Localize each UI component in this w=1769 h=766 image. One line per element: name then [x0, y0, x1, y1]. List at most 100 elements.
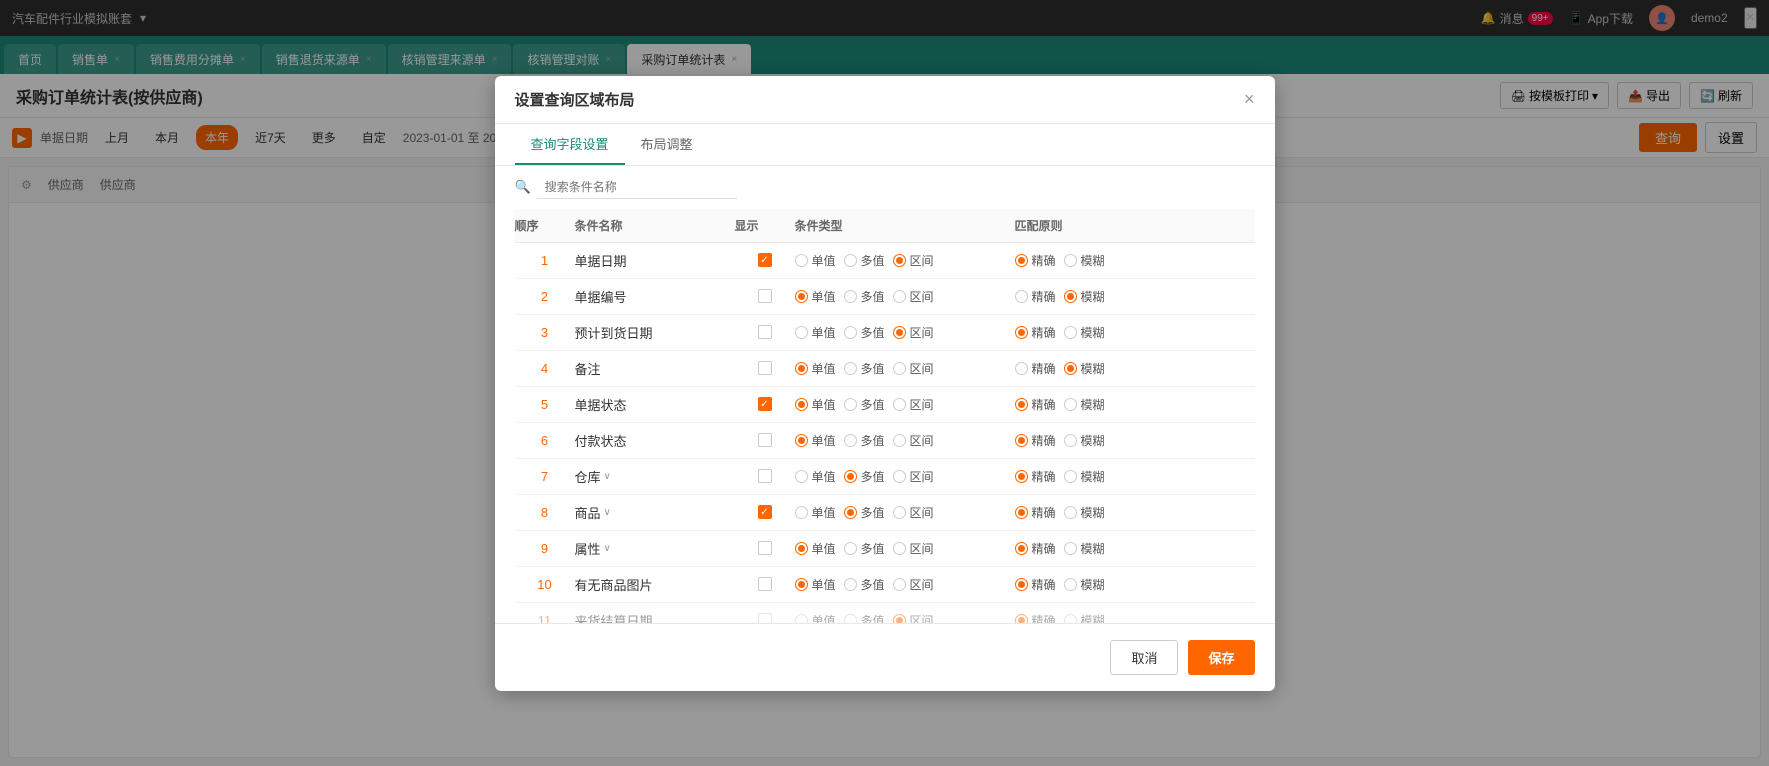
radio-range-5[interactable] [893, 398, 906, 411]
row-7-type-single[interactable]: 单值 [795, 468, 836, 485]
radio-exact-3[interactable] [1015, 326, 1028, 339]
row-3-display-checkbox[interactable] [758, 325, 772, 339]
row-3-type-multi[interactable]: 多值 [844, 324, 885, 341]
row-9-type-single[interactable]: 单值 [795, 540, 836, 557]
tab-layout[interactable]: 布局调整 [625, 124, 709, 165]
radio-range-4[interactable] [893, 362, 906, 375]
row-10-type-single[interactable]: 单值 [795, 576, 836, 593]
row-6-match-exact[interactable]: 精确 [1015, 432, 1056, 449]
radio-range-11[interactable] [893, 614, 906, 623]
row-3-match-exact[interactable]: 精确 [1015, 324, 1056, 341]
radio-range-1[interactable] [893, 254, 906, 267]
row-6-type-single[interactable]: 单值 [795, 432, 836, 449]
row-9-display-checkbox[interactable] [758, 541, 772, 555]
radio-range-9[interactable] [893, 542, 906, 555]
row-1-type-single[interactable]: 单值 [795, 252, 836, 269]
radio-range-3[interactable] [893, 326, 906, 339]
radio-fuzzy-1[interactable] [1064, 254, 1077, 267]
row-7-display-checkbox[interactable] [758, 469, 772, 483]
tab-query-fields[interactable]: 查询字段设置 [515, 124, 625, 165]
row-5-match-exact[interactable]: 精确 [1015, 396, 1056, 413]
row-9-match-fuzzy[interactable]: 模糊 [1064, 540, 1105, 557]
row-5-type-range[interactable]: 区间 [893, 396, 934, 413]
radio-single-7[interactable] [795, 470, 808, 483]
row-2-type-multi[interactable]: 多值 [844, 288, 885, 305]
row-2-type-single[interactable]: 单值 [795, 288, 836, 305]
row-8-type-range[interactable]: 区间 [893, 504, 934, 521]
radio-exact-10[interactable] [1015, 578, 1028, 591]
radio-single-8[interactable] [795, 506, 808, 519]
row-10-type-multi[interactable]: 多值 [844, 576, 885, 593]
row-8-match-exact[interactable]: 精确 [1015, 504, 1056, 521]
radio-range-6[interactable] [893, 434, 906, 447]
radio-multi-8[interactable] [844, 506, 857, 519]
radio-exact-7[interactable] [1015, 470, 1028, 483]
radio-multi-5[interactable] [844, 398, 857, 411]
radio-multi-7[interactable] [844, 470, 857, 483]
row-2-display-checkbox[interactable] [758, 289, 772, 303]
radio-exact-9[interactable] [1015, 542, 1028, 555]
row-5-type-single[interactable]: 单值 [795, 396, 836, 413]
row-7-type-range[interactable]: 区间 [893, 468, 934, 485]
radio-exact-4[interactable] [1015, 362, 1028, 375]
row-2-match-exact[interactable]: 精确 [1015, 288, 1056, 305]
radio-fuzzy-11[interactable] [1064, 614, 1077, 623]
radio-exact-11[interactable] [1015, 614, 1028, 623]
row-10-display-checkbox[interactable] [758, 577, 772, 591]
radio-range-2[interactable] [893, 290, 906, 303]
radio-exact-2[interactable] [1015, 290, 1028, 303]
row-6-match-fuzzy[interactable]: 模糊 [1064, 432, 1105, 449]
radio-fuzzy-6[interactable] [1064, 434, 1077, 447]
radio-single-2[interactable] [795, 290, 808, 303]
radio-range-8[interactable] [893, 506, 906, 519]
radio-exact-6[interactable] [1015, 434, 1028, 447]
radio-multi-6[interactable] [844, 434, 857, 447]
radio-single-3[interactable] [795, 326, 808, 339]
radio-multi-11[interactable] [844, 614, 857, 623]
row-1-type-multi[interactable]: 多值 [844, 252, 885, 269]
row-4-match-exact[interactable]: 精确 [1015, 360, 1056, 377]
radio-multi-2[interactable] [844, 290, 857, 303]
row-5-match-fuzzy[interactable]: 模糊 [1064, 396, 1105, 413]
row-8-match-fuzzy[interactable]: 模糊 [1064, 504, 1105, 521]
radio-fuzzy-7[interactable] [1064, 470, 1077, 483]
row-10-match-exact[interactable]: 精确 [1015, 576, 1056, 593]
radio-fuzzy-8[interactable] [1064, 506, 1077, 519]
radio-range-10[interactable] [893, 578, 906, 591]
row-2-match-fuzzy[interactable]: 模糊 [1064, 288, 1105, 305]
row-10-type-range[interactable]: 区间 [893, 576, 934, 593]
row-4-type-single[interactable]: 单值 [795, 360, 836, 377]
radio-multi-10[interactable] [844, 578, 857, 591]
row-4-match-fuzzy[interactable]: 模糊 [1064, 360, 1105, 377]
row-6-type-range[interactable]: 区间 [893, 432, 934, 449]
row-9-type-multi[interactable]: 多值 [844, 540, 885, 557]
row-1-type-range[interactable]: 区间 [893, 252, 934, 269]
row-7-type-multi[interactable]: 多值 [844, 468, 885, 485]
row-11-display-checkbox[interactable] [758, 613, 772, 623]
radio-fuzzy-10[interactable] [1064, 578, 1077, 591]
search-input[interactable] [537, 176, 737, 199]
radio-single-1[interactable] [795, 254, 808, 267]
row-7-match-fuzzy[interactable]: 模糊 [1064, 468, 1105, 485]
radio-fuzzy-9[interactable] [1064, 542, 1077, 555]
radio-multi-1[interactable] [844, 254, 857, 267]
row-2-type-range[interactable]: 区间 [893, 288, 934, 305]
row-7-match-exact[interactable]: 精确 [1015, 468, 1056, 485]
radio-fuzzy-2[interactable] [1064, 290, 1077, 303]
row-1-display-checkbox[interactable]: ✓ [758, 253, 772, 267]
row-4-type-multi[interactable]: 多值 [844, 360, 885, 377]
row-8-display-checkbox[interactable]: ✓ [758, 505, 772, 519]
radio-single-11[interactable] [795, 614, 808, 623]
radio-single-5[interactable] [795, 398, 808, 411]
row-1-match-exact[interactable]: 精确 [1015, 252, 1056, 269]
row-9-match-exact[interactable]: 精确 [1015, 540, 1056, 557]
row-8-type-multi[interactable]: 多值 [844, 504, 885, 521]
radio-exact-5[interactable] [1015, 398, 1028, 411]
dialog-close-button[interactable]: × [1244, 89, 1255, 110]
radio-fuzzy-5[interactable] [1064, 398, 1077, 411]
row-1-match-fuzzy[interactable]: 模糊 [1064, 252, 1105, 269]
radio-single-9[interactable] [795, 542, 808, 555]
radio-exact-8[interactable] [1015, 506, 1028, 519]
row-6-type-multi[interactable]: 多值 [844, 432, 885, 449]
row-9-type-range[interactable]: 区间 [893, 540, 934, 557]
